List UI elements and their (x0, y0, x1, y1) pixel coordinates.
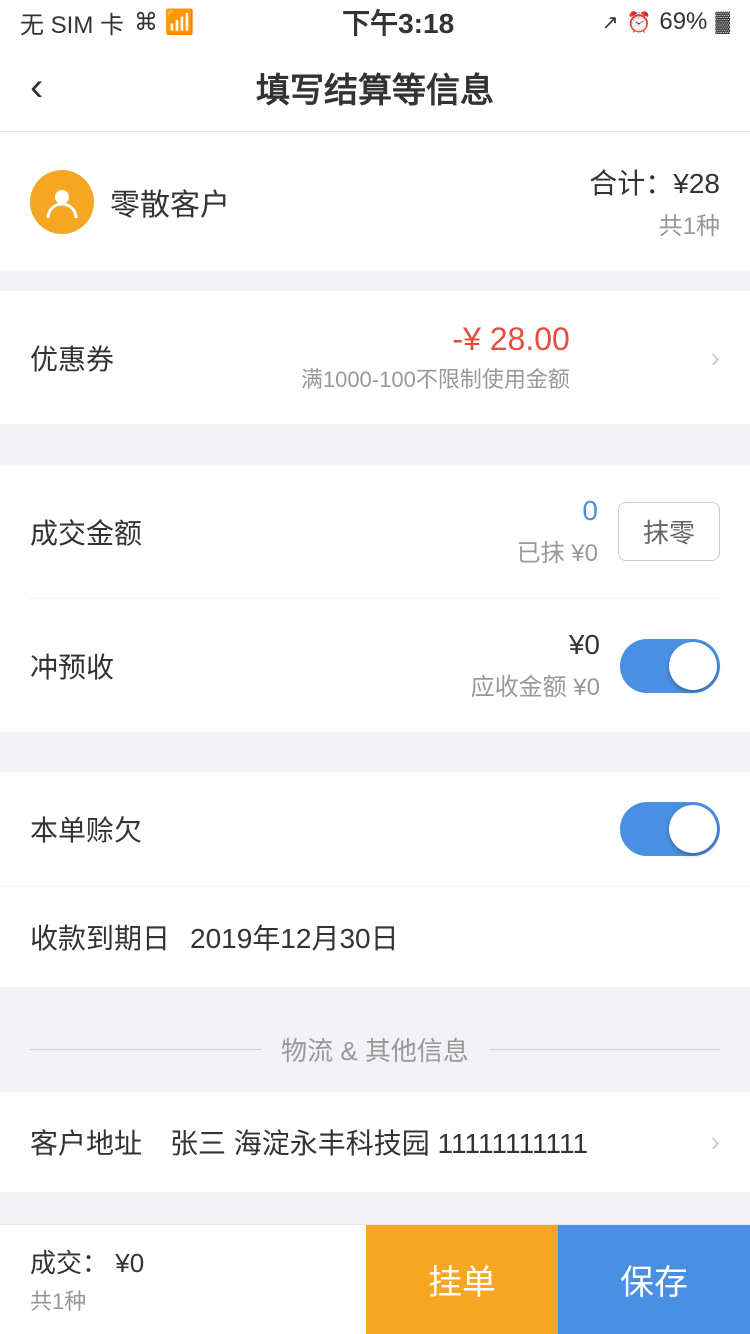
alarm-icon: ⏰ (626, 10, 651, 35)
customer-row: 零散客户 合计：¥28 共1种 (0, 132, 750, 271)
bottom-bar: 成交： ¥0 共1种 挂单 保存 (0, 1224, 750, 1334)
customer-right: 合计：¥28 共1种 (589, 162, 720, 241)
page-title: 填写结算等信息 (256, 63, 494, 112)
location-icon: ↗ (602, 10, 619, 35)
coupon-section: 优惠券 -¥ 28.00 满1000-100不限制使用金额 › (0, 291, 750, 425)
due-date-value: 2019年12月30日 (190, 917, 399, 957)
wifi-icon: ⌘ 📶 (134, 8, 195, 37)
coupon-amount: -¥ 28.00 (301, 321, 570, 358)
address-value: 张三 海淀永丰科技园 11111111111 (170, 1122, 701, 1162)
logistics-label: 物流 & 其他信息 (281, 1031, 469, 1068)
customer-total: 合计：¥28 (589, 162, 720, 202)
customer-left: 零散客户 (30, 170, 230, 234)
address-row[interactable]: 客户地址 张三 海淀永丰科技园 11111111111 › (0, 1092, 750, 1192)
transaction-right: 0 已抹 ¥0 抹零 (170, 495, 720, 568)
divider-line-left (30, 1049, 261, 1050)
transaction-label: 成交金额 (30, 512, 170, 552)
prepayment-value-group: ¥0 应收金额 ¥0 (471, 629, 600, 702)
bottom-deal: 成交： ¥0 (30, 1243, 336, 1280)
prepayment-label: 冲预收 (30, 646, 170, 686)
debt-label: 本单赊欠 (30, 809, 170, 849)
bottom-info: 成交： ¥0 共1种 (0, 1243, 366, 1316)
transaction-row: 成交金额 0 已抹 ¥0 抹零 (30, 465, 720, 599)
toggle-knob (669, 642, 717, 690)
bottom-deal-amount: ¥0 (115, 1248, 144, 1278)
status-bar: 无 SIM 卡 ⌘ 📶 下午3:18 ↗ ⏰ 69% ▓ (0, 0, 750, 44)
customer-section: 零散客户 合计：¥28 共1种 (0, 132, 750, 271)
due-date-label: 收款到期日 (30, 917, 170, 957)
coupon-desc: 满1000-100不限制使用金额 (301, 362, 570, 394)
carrier-text: 无 SIM 卡 (20, 5, 124, 40)
coupon-chevron-icon: › (711, 342, 720, 374)
transaction-sub: 已抹 ¥0 (517, 533, 598, 568)
hold-button[interactable]: 挂单 (366, 1225, 558, 1334)
due-date-row: 收款到期日 2019年12月30日 (0, 886, 750, 987)
avatar (30, 170, 94, 234)
divider-1 (0, 445, 750, 465)
status-right: ↗ ⏰ 69% ▓ (602, 8, 730, 36)
bottom-deal-label: 成交： (30, 1248, 108, 1278)
nav-bar: ‹ 填写结算等信息 (0, 44, 750, 132)
round-zero-button[interactable]: 抹零 (618, 502, 720, 561)
transaction-value: 0 (582, 495, 598, 527)
address-label: 客户地址 (30, 1122, 170, 1162)
back-button[interactable]: ‹ (30, 65, 43, 110)
battery-text: 69% (659, 8, 707, 36)
status-left: 无 SIM 卡 ⌘ 📶 (20, 5, 195, 40)
prepayment-value: ¥0 (569, 629, 600, 661)
debt-toggle[interactable] (620, 802, 720, 856)
debt-row: 本单赊欠 (0, 772, 750, 886)
status-time: 下午3:18 (342, 2, 454, 42)
customer-count: 共1种 (589, 206, 720, 241)
customer-name: 零散客户 (110, 180, 230, 224)
bottom-count: 共1种 (30, 1284, 336, 1316)
content: 零散客户 合计：¥28 共1种 优惠券 -¥ 28.00 满1000-100不限… (0, 132, 750, 1332)
prepayment-right: ¥0 应收金额 ¥0 (170, 629, 720, 702)
save-button[interactable]: 保存 (558, 1225, 750, 1334)
divider-2 (0, 752, 750, 772)
transaction-value-group: 0 已抹 ¥0 (517, 495, 598, 568)
coupon-row[interactable]: 优惠券 -¥ 28.00 满1000-100不限制使用金额 › (0, 291, 750, 425)
prepayment-toggle[interactable] (620, 639, 720, 693)
transaction-section: 成交金额 0 已抹 ¥0 抹零 冲预收 ¥0 应收金额 ¥0 (0, 465, 750, 732)
address-chevron-icon: › (711, 1126, 720, 1158)
coupon-right: -¥ 28.00 满1000-100不限制使用金额 (301, 321, 570, 394)
coupon-label: 优惠券 (30, 338, 170, 378)
battery-icon: ▓ (715, 11, 730, 34)
logistics-divider: 物流 & 其他信息 (0, 1007, 750, 1092)
prepayment-row: 冲预收 ¥0 应收金额 ¥0 (30, 599, 720, 732)
debt-section: 本单赊欠 收款到期日 2019年12月30日 (0, 772, 750, 987)
debt-toggle-knob (669, 805, 717, 853)
divider-line-right (489, 1049, 720, 1050)
prepayment-sub: 应收金额 ¥0 (471, 667, 600, 702)
